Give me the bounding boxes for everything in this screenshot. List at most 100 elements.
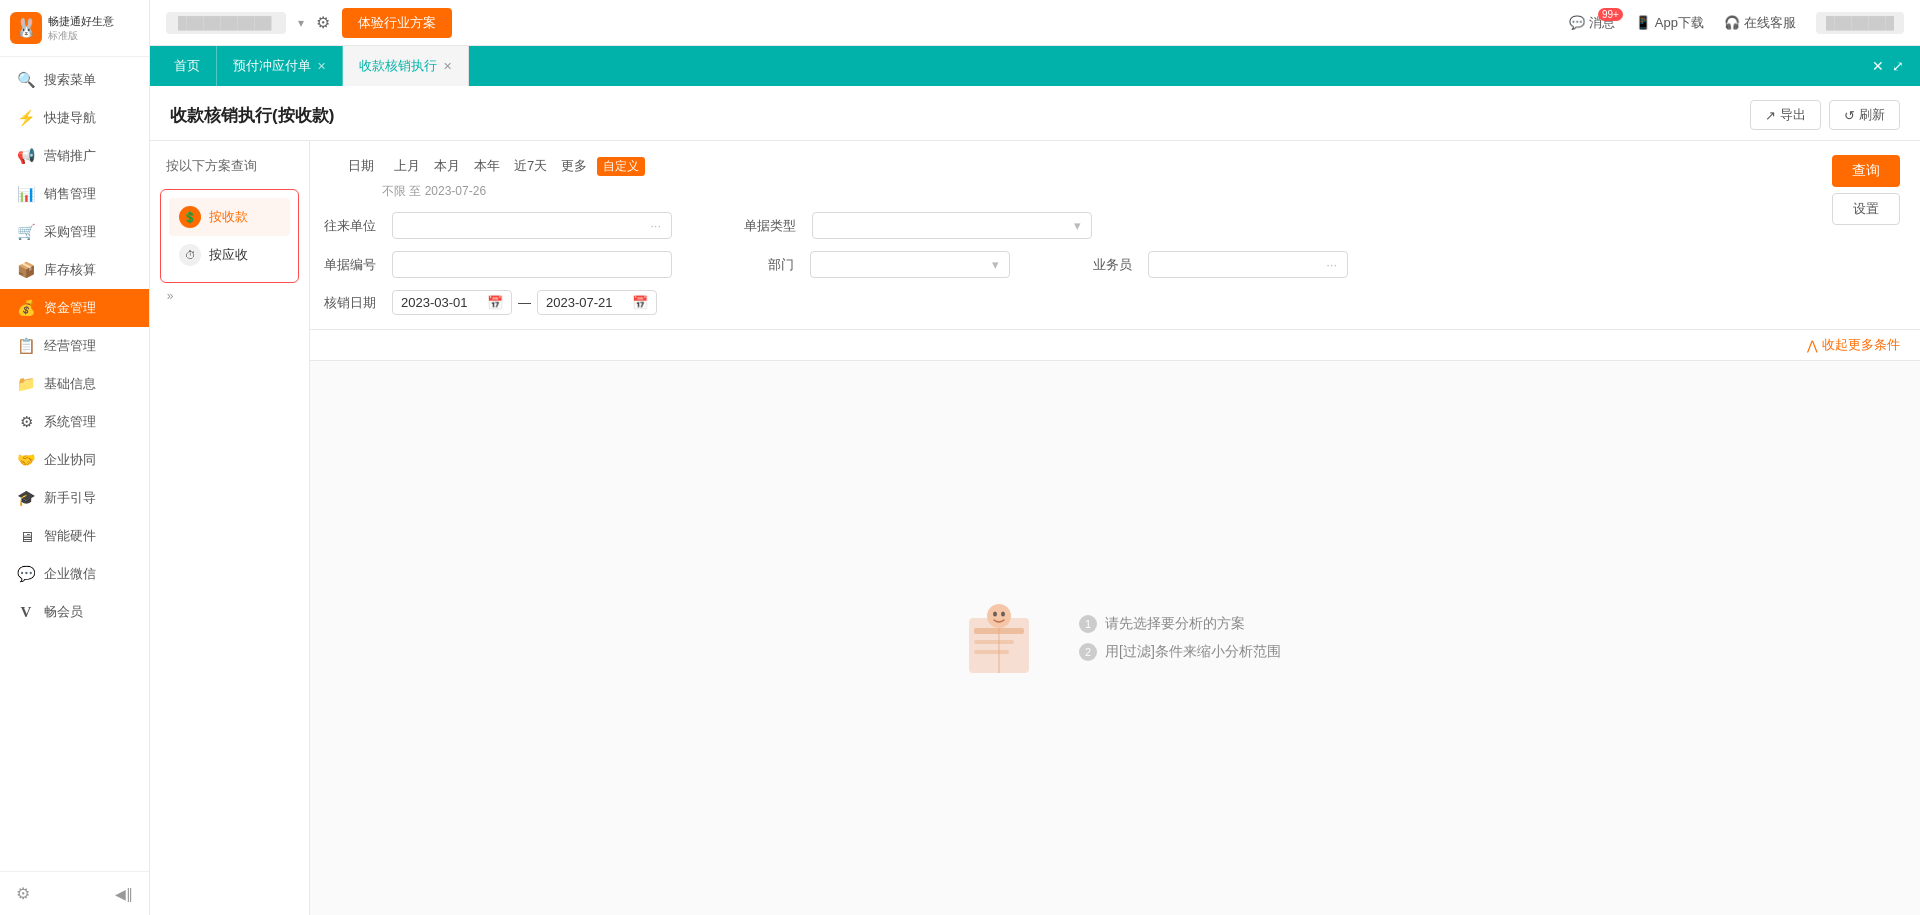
doc-type-select[interactable]: ▾ <box>812 212 1092 239</box>
logo-icon: 🐰 <box>10 12 42 44</box>
sidebar-item-management[interactable]: 📋 经营管理 <box>0 327 149 365</box>
online-service-button[interactable]: 🎧 在线客服 <box>1724 14 1796 32</box>
tab-writeoff[interactable]: 收款核销执行 ✕ <box>343 46 469 86</box>
department-chevron-icon: ▾ <box>992 257 999 272</box>
query-button[interactable]: 查询 <box>1832 155 1900 187</box>
sidebar-item-basic[interactable]: 📁 基础信息 <box>0 365 149 403</box>
date-quick-options: 上月 本月 本年 近7天 更多 自定义 <box>390 155 645 177</box>
page-title: 收款核销执行(按收款) <box>170 104 334 127</box>
app-logo: 🐰 畅捷通好生意 标准版 <box>0 0 149 57</box>
filter-by-receivable[interactable]: ⏱ 按应收 <box>169 236 290 274</box>
topbar: ███████████ ▾ ⚙ 体验行业方案 💬 消息 99+ 📱 App下载 … <box>150 0 1920 46</box>
wechat-icon: 💬 <box>16 565 36 583</box>
settings-icon[interactable]: ⚙ <box>16 884 30 903</box>
tab-prepay[interactable]: 预付冲应付单 ✕ <box>217 46 343 86</box>
date-btn-last-month[interactable]: 上月 <box>390 155 424 177</box>
filter-receipt-label: 按收款 <box>209 208 248 226</box>
salesperson-select[interactable]: ··· <box>1148 251 1348 278</box>
sidebar-item-collab[interactable]: 🤝 企业协同 <box>0 441 149 479</box>
tab-writeoff-close-icon[interactable]: ✕ <box>443 60 452 73</box>
page-header: 收款核销执行(按收款) ↗ 导出 ↺ 刷新 <box>150 86 1920 141</box>
department-select[interactable]: ▾ <box>810 251 1010 278</box>
sidebar-item-finance[interactable]: 💰 资金管理 <box>0 289 149 327</box>
writeoff-start-date[interactable]: 2023-03-01 📅 <box>392 290 512 315</box>
tab-prepay-label: 预付冲应付单 <box>233 57 311 75</box>
date-btn-custom[interactable]: 自定义 <box>597 157 645 176</box>
refresh-icon: ↺ <box>1844 108 1855 123</box>
sidebar: 🐰 畅捷通好生意 标准版 🔍 搜索菜单 ⚡ 快捷导航 📢 营销推广 📊 销售管理… <box>0 0 150 915</box>
date-btn-this-year[interactable]: 本年 <box>470 155 504 177</box>
brand-name: ███████████ <box>166 12 286 34</box>
purchase-icon: 🛒 <box>16 223 36 241</box>
sidebar-item-search[interactable]: 🔍 搜索菜单 <box>0 61 149 99</box>
sidebar-item-marketing[interactable]: 📢 营销推广 <box>0 137 149 175</box>
calendar-start-icon: 📅 <box>487 295 503 310</box>
user-account[interactable]: ████████ <box>1816 12 1904 34</box>
system-icon: ⚙ <box>16 413 36 431</box>
setting-button[interactable]: 设置 <box>1832 193 1900 225</box>
date-btn-this-month[interactable]: 本月 <box>430 155 464 177</box>
sidebar-label-collab: 企业协同 <box>44 451 96 469</box>
date-btn-more[interactable]: 更多 <box>557 155 591 177</box>
sidebar-item-system[interactable]: ⚙ 系统管理 <box>0 403 149 441</box>
online-service-label: 在线客服 <box>1744 14 1796 32</box>
tab-home-label: 首页 <box>174 57 200 75</box>
sidebar-nav: 🔍 搜索菜单 ⚡ 快捷导航 📢 营销推广 📊 销售管理 🛒 采购管理 📦 库存核… <box>0 57 149 871</box>
writeoff-date-range: 2023-03-01 📅 — 2023-07-21 📅 <box>392 290 657 315</box>
date-hint: 不限 至 2023-07-26 <box>382 183 486 200</box>
writeoff-end-date[interactable]: 2023-07-21 📅 <box>537 290 657 315</box>
date-label: 日期 <box>324 157 374 175</box>
message-badge: 99+ <box>1598 8 1623 21</box>
inventory-icon: 📦 <box>16 261 36 279</box>
svg-point-4 <box>987 604 1011 628</box>
tab-bar-container: 首页 预付冲应付单 ✕ 收款核销执行 ✕ ✕ ⤢ <box>150 46 1920 86</box>
date-btn-7days[interactable]: 近7天 <box>510 155 551 177</box>
main-area: ███████████ ▾ ⚙ 体验行业方案 💬 消息 99+ 📱 App下载 … <box>150 0 1920 915</box>
app-download-button[interactable]: 📱 App下载 <box>1635 14 1704 32</box>
export-button[interactable]: ↗ 导出 <box>1750 100 1821 130</box>
shortcut-icon: ⚡ <box>16 109 36 127</box>
sidebar-item-inventory[interactable]: 📦 库存核算 <box>0 251 149 289</box>
sidebar-item-shortcut[interactable]: ⚡ 快捷导航 <box>0 99 149 137</box>
chevron-down-icon[interactable]: ▾ <box>298 16 304 30</box>
topbar-right: 💬 消息 99+ 📱 App下载 🎧 在线客服 ████████ <box>1569 12 1904 34</box>
app-download-label: App下载 <box>1655 14 1704 32</box>
sidebar-label-member: 畅会员 <box>44 603 83 621</box>
sidebar-label-purchase: 采购管理 <box>44 223 96 241</box>
tab-prepay-close-icon[interactable]: ✕ <box>317 60 326 73</box>
receipt-filter-icon: 💲 <box>179 206 201 228</box>
sidebar-item-sales[interactable]: 📊 销售管理 <box>0 175 149 213</box>
close-window-icon[interactable]: ✕ <box>1872 58 1884 74</box>
sidebar-label-shortcut: 快捷导航 <box>44 109 96 127</box>
sidebar-collapse-button[interactable]: » <box>160 289 180 303</box>
svg-point-5 <box>993 612 997 617</box>
salesperson-dots-icon: ··· <box>1326 257 1337 272</box>
collapse-sidebar-btn[interactable]: ◀‖ <box>115 886 133 902</box>
sidebar-item-member[interactable]: V 畅会员 <box>0 593 149 631</box>
collapse-conditions-label: 收起更多条件 <box>1822 336 1900 354</box>
sidebar-label-marketing: 营销推广 <box>44 147 96 165</box>
filter-sidebar-title: 按以下方案查询 <box>160 153 299 179</box>
gear-icon[interactable]: ⚙ <box>316 13 330 32</box>
sidebar-item-hardware[interactable]: 🖥 智能硬件 <box>0 517 149 555</box>
refresh-button[interactable]: ↺ 刷新 <box>1829 100 1900 130</box>
filter-sidebar: 按以下方案查询 💲 按收款 ⏱ 按应收 » <box>150 141 310 915</box>
sidebar-item-purchase[interactable]: 🛒 采购管理 <box>0 213 149 251</box>
maximize-window-icon[interactable]: ⤢ <box>1892 58 1904 74</box>
doc-number-input[interactable] <box>392 251 672 278</box>
sidebar-item-wechat[interactable]: 💬 企业微信 <box>0 555 149 593</box>
filter-by-receipt[interactable]: 💲 按收款 <box>169 198 290 236</box>
sidebar-item-guide[interactable]: 🎓 新手引导 <box>0 479 149 517</box>
empty-tip-2: 2 用[过滤]条件来缩小分析范围 <box>1079 643 1281 661</box>
finance-icon: 💰 <box>16 299 36 317</box>
marketing-icon: 📢 <box>16 147 36 165</box>
member-icon: V <box>16 604 36 621</box>
industry-solution-button[interactable]: 体验行业方案 <box>342 8 452 38</box>
collapse-conditions-bar[interactable]: ⋀ 收起更多条件 <box>310 330 1920 361</box>
counterpart-select[interactable]: ··· <box>392 212 672 239</box>
sidebar-label-guide: 新手引导 <box>44 489 96 507</box>
doc-type-chevron-icon: ▾ <box>1074 218 1081 233</box>
message-button[interactable]: 💬 消息 99+ <box>1569 14 1615 32</box>
content-area: 按以下方案查询 💲 按收款 ⏱ 按应收 » <box>150 141 1920 915</box>
tab-home[interactable]: 首页 <box>158 46 217 86</box>
